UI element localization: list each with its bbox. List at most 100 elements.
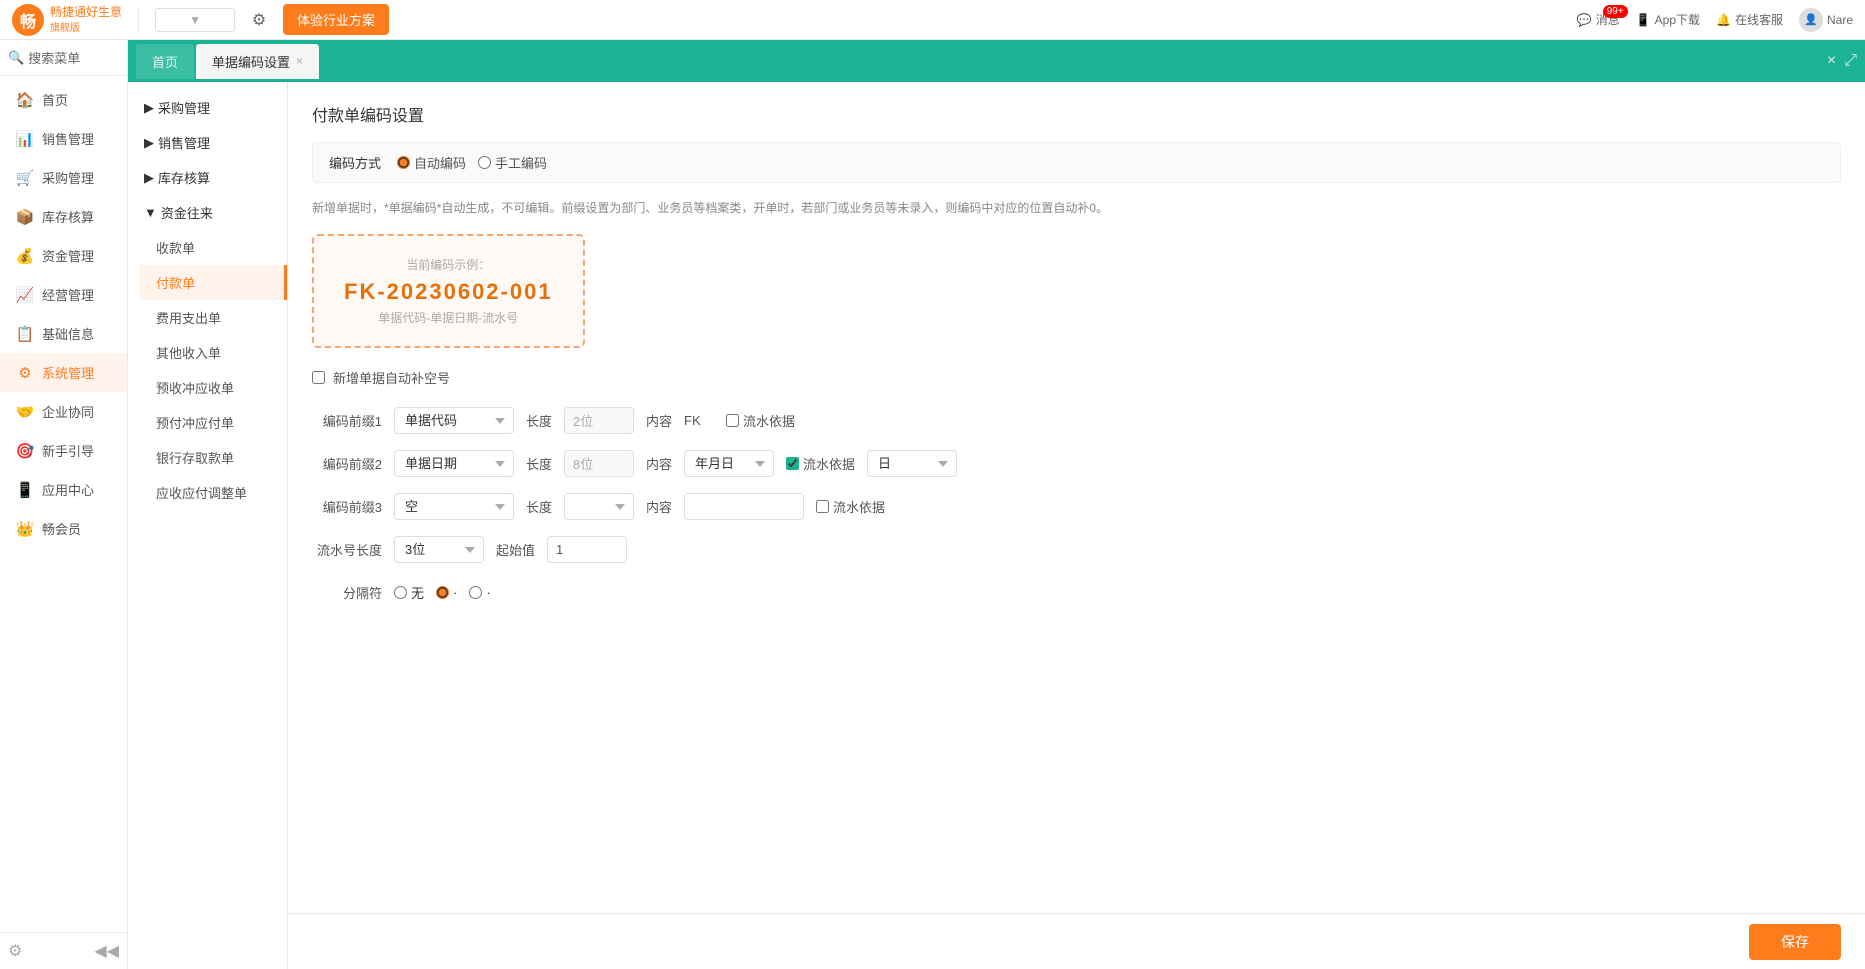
user-info[interactable]: 👤 Nare <box>1799 8 1853 32</box>
sidebar-collapse-btn[interactable]: ◀◀ <box>94 941 119 961</box>
separator-options: 无 · · <box>394 583 491 602</box>
bottom-bar: 保存 <box>288 913 1865 969</box>
sidebar-settings-btn[interactable]: ⚙ <box>8 941 22 961</box>
content1-value: FK <box>684 413 714 428</box>
sidebar-item-sales[interactable]: 📊 销售管理 <box>0 119 127 158</box>
user-name: Nare <box>1827 13 1853 27</box>
logo-area: 畅 畅捷通好生意 旗舰版 <box>12 4 122 36</box>
org-dropdown[interactable]: ▼ <box>155 8 235 32</box>
prefix3-label: 编码前缀3 <box>312 497 382 516</box>
sub-sidebar-pre-payment[interactable]: 预付冲应付单 <box>140 405 287 440</box>
avatar: 👤 <box>1799 8 1823 32</box>
length2-input <box>564 450 634 477</box>
main-content: 付款单编码设置 编码方式 自动编码 手 <box>288 82 1865 913</box>
member-icon: 👑 <box>16 520 34 538</box>
app-download-btn[interactable]: 📱 App下载 <box>1636 11 1700 28</box>
sub-sidebar-sales[interactable]: ▶ 销售管理 <box>128 125 287 160</box>
sub-sidebar-bank[interactable]: 银行存取款单 <box>140 440 287 475</box>
sidebar-item-basic[interactable]: 📋 基础信息 <box>0 314 127 353</box>
sub-sidebar: ▶ 采购管理 ▶ 销售管理 ▶ 库存核算 ▼ 资金往来 <box>128 82 288 969</box>
sub-sidebar-receipt[interactable]: 收款单 <box>140 230 287 265</box>
sidebar-label-basic: 基础信息 <box>42 324 94 343</box>
sep-dash-radio[interactable]: · <box>469 585 490 600</box>
message-btn[interactable]: 💬 消息 99+ <box>1577 11 1620 28</box>
prefix-row-3: 编码前缀3 空 长度 内容 流水 <box>312 493 1841 520</box>
auto-encode-radio[interactable]: 自动编码 <box>397 153 466 172</box>
tab-close-icon[interactable]: × <box>296 54 303 68</box>
experience-btn[interactable]: 体验行业方案 <box>283 4 389 35</box>
content2-select[interactable]: 年月日 <box>684 450 774 477</box>
manual-encode-radio[interactable]: 手工编码 <box>478 153 547 172</box>
service-icon: 🔔 <box>1716 13 1731 27</box>
logo-icon: 畅 <box>12 4 44 36</box>
sub-sidebar-purchase[interactable]: ▶ 采购管理 <box>128 90 287 125</box>
serial2-checkbox[interactable]: 流水依据 <box>786 454 855 473</box>
prefix3-select[interactable]: 空 <box>394 493 514 520</box>
operations-icon: 📈 <box>16 286 34 304</box>
content3-input[interactable] <box>684 493 804 520</box>
sub-sidebar-funds[interactable]: ▼ 资金往来 <box>128 195 287 230</box>
sidebar-label-cooperation: 企业协同 <box>42 402 94 421</box>
radio-group: 自动编码 手工编码 <box>397 153 547 172</box>
separator-row: 分隔符 无 · <box>312 583 1841 602</box>
sidebar-item-finance[interactable]: 💰 资金管理 <box>0 236 127 275</box>
tab-home[interactable]: 首页 <box>136 44 194 79</box>
tab-close-btn[interactable]: × <box>1827 52 1836 70</box>
prefix-row-1: 编码前缀1 单据代码 长度 内容 FK 流水依据 <box>312 407 1841 434</box>
sidebar-search[interactable]: 🔍 搜索菜单 <box>0 40 127 76</box>
top-bar-left: 畅 畅捷通好生意 旗舰版 ▼ ⚙ 体验行业方案 <box>12 4 389 36</box>
sub-sidebar-other-income[interactable]: 其他收入单 <box>140 335 287 370</box>
serial-length-select[interactable]: 3位 <box>394 536 484 563</box>
prefix2-select[interactable]: 单据日期 <box>394 450 514 477</box>
sidebar-item-app[interactable]: 📱 应用中心 <box>0 470 127 509</box>
sidebar-item-system[interactable]: ⚙ 系统管理 <box>0 353 127 392</box>
separator-label: 分隔符 <box>312 583 382 602</box>
preview-desc: 单据代码-单据日期-流水号 <box>344 309 553 326</box>
cooperation-icon: 🤝 <box>16 403 34 421</box>
preview-code: FK-20230602-001 <box>344 279 553 305</box>
purchase-arrow: ▶ <box>144 100 154 116</box>
tab-actions: × ⤢ <box>1827 52 1857 70</box>
main-content-wrapper: 付款单编码设置 编码方式 自动编码 手 <box>288 82 1865 969</box>
sub-sidebar-inventory[interactable]: ▶ 库存核算 <box>128 160 287 195</box>
settings-btn[interactable]: ⚙ <box>245 6 273 34</box>
auto-fill-checkbox[interactable] <box>312 371 325 384</box>
tab-encode-settings[interactable]: 单据编码设置 × <box>196 44 319 79</box>
sidebar-label-app: 应用中心 <box>42 480 94 499</box>
sidebar-label-finance: 资金管理 <box>42 246 94 265</box>
home-icon: 🏠 <box>16 91 34 109</box>
sub-sidebar-expense[interactable]: 费用支出单 <box>140 300 287 335</box>
finance-icon: 💰 <box>16 247 34 265</box>
sep-none-radio[interactable]: 无 <box>394 583 424 602</box>
auto-fill-row: 新增单据自动补空号 <box>312 368 1841 387</box>
logo-sub: 旗舰版 <box>50 19 122 34</box>
preview-label: 当前编码示例： <box>344 256 553 273</box>
sidebar-item-purchase[interactable]: 🛒 采购管理 <box>0 158 127 197</box>
tab-home-label: 首页 <box>152 52 178 71</box>
guide-icon: 🎯 <box>16 442 34 460</box>
serial-row: 流水号长度 3位 起始值 <box>312 536 1841 563</box>
service-btn[interactable]: 🔔 在线客服 <box>1716 11 1783 28</box>
sidebar-item-member[interactable]: 👑 畅会员 <box>0 509 127 548</box>
tab-maximize-btn[interactable]: ⤢ <box>1844 52 1857 70</box>
sidebar-item-home[interactable]: 🏠 首页 <box>0 80 127 119</box>
sidebar-item-operations[interactable]: 📈 经营管理 <box>0 275 127 314</box>
serial1-checkbox[interactable]: 流水依据 <box>726 411 795 430</box>
length3-select[interactable] <box>564 493 634 520</box>
sidebar-item-inventory[interactable]: 📦 库存核算 <box>0 197 127 236</box>
start-val-input[interactable] <box>547 536 627 563</box>
save-button[interactable]: 保存 <box>1749 924 1841 960</box>
serial3-checkbox[interactable]: 流水依据 <box>816 497 885 516</box>
sub-sidebar-adjustment[interactable]: 应收应付调整单 <box>140 475 287 510</box>
cycle2-select[interactable]: 日 <box>867 450 957 477</box>
sidebar-item-cooperation[interactable]: 🤝 企业协同 <box>0 392 127 431</box>
sidebar-item-guide[interactable]: 🎯 新手引导 <box>0 431 127 470</box>
prefix1-label: 编码前缀1 <box>312 411 382 430</box>
message-badge: 99+ <box>1603 5 1628 18</box>
sub-sidebar-pre-receipt[interactable]: 预收冲应收单 <box>140 370 287 405</box>
sub-sidebar-payment[interactable]: 付款单 <box>140 265 287 300</box>
sep-dot-radio[interactable]: · <box>436 585 457 600</box>
prefix1-select[interactable]: 单据代码 <box>394 407 514 434</box>
sidebar-label-guide: 新手引导 <box>42 441 94 460</box>
sidebar-label-home: 首页 <box>42 90 68 109</box>
